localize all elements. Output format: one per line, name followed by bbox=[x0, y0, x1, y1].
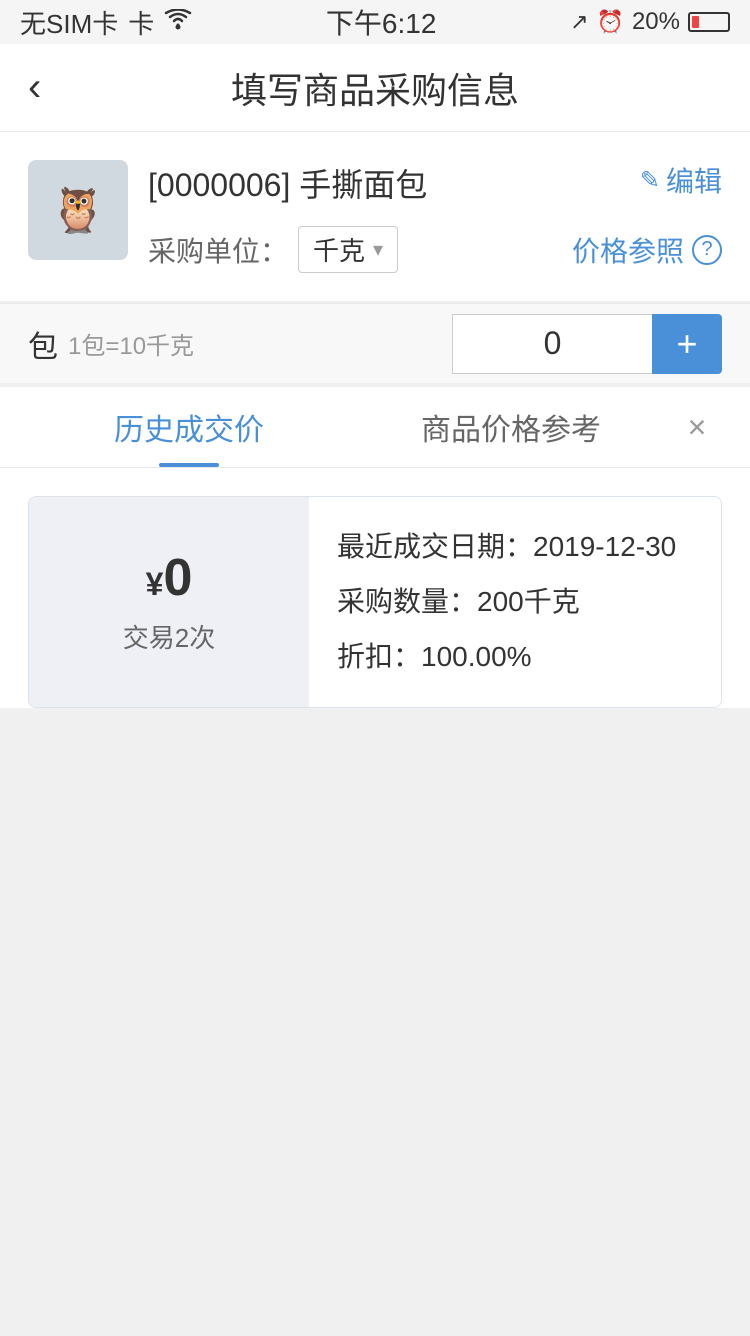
recent-date-row: 最近成交日期：2019-12-30 bbox=[337, 527, 693, 566]
quantity-plus-button[interactable]: + bbox=[652, 314, 722, 374]
purchase-quantity-label: 采购数量： bbox=[337, 586, 477, 617]
quantity-value: 0 bbox=[544, 325, 562, 362]
tab-price-ref-label: 商品价格参考 bbox=[421, 405, 601, 449]
back-button[interactable]: ‹ bbox=[28, 65, 41, 110]
price-ref-button[interactable]: 价格参照 ? bbox=[572, 230, 722, 270]
tab-history-label: 历史成交价 bbox=[114, 405, 264, 449]
recent-date-value: 2019-12-30 bbox=[533, 531, 676, 562]
quantity-control: 0 + bbox=[452, 314, 722, 374]
unit-badge: 包 bbox=[28, 322, 58, 366]
edit-label: 编辑 bbox=[666, 160, 722, 200]
discount-label: 折扣： bbox=[337, 641, 421, 672]
history-details-panel: 最近成交日期：2019-12-30 采购数量：200千克 折扣：100.00% bbox=[309, 497, 721, 707]
carrier-text: 无SIM卡 bbox=[20, 4, 118, 41]
purchase-unit-group: 采购单位： 千克 ▾ bbox=[148, 226, 398, 273]
purchase-quantity-row: 采购数量：200千克 bbox=[337, 582, 693, 621]
product-header: [0000006] 手撕面包 ✎ 编辑 bbox=[148, 160, 722, 206]
status-carrier: 无SIM卡 卡 bbox=[20, 4, 192, 41]
product-info: [0000006] 手撕面包 ✎ 编辑 采购单位： 千克 ▾ 价格参照 ? bbox=[148, 160, 722, 273]
currency-symbol: ¥ bbox=[146, 566, 164, 602]
history-card: ¥0 交易2次 最近成交日期：2019-12-30 采购数量：200千克 折扣：… bbox=[28, 496, 722, 708]
dropdown-arrow-icon: ▾ bbox=[373, 237, 383, 262]
tabs-header: 历史成交价 商品价格参考 × bbox=[0, 387, 750, 468]
edit-icon: ✎ bbox=[640, 166, 660, 195]
discount-value: 100.00% bbox=[421, 641, 532, 672]
purchase-unit-label: 采购单位： bbox=[148, 230, 288, 270]
history-price-panel: ¥0 交易2次 bbox=[29, 497, 309, 707]
price-value: 0 bbox=[163, 549, 192, 607]
main-content-area bbox=[0, 736, 750, 1336]
tabs-close-button[interactable]: × bbox=[672, 402, 722, 452]
sim-card-text: 卡 bbox=[128, 4, 154, 41]
product-image-icon: 🦉 bbox=[51, 184, 106, 236]
product-card: 🦉 [0000006] 手撕面包 ✎ 编辑 采购单位： 千克 ▾ 价格参照 bbox=[0, 132, 750, 301]
status-bar: 无SIM卡 卡 下午6:12 ↗ ⏰ 20% bbox=[0, 0, 750, 44]
location-icon: ↗ bbox=[570, 9, 588, 35]
purchase-unit-row: 采购单位： 千克 ▾ 价格参照 ? bbox=[148, 226, 722, 273]
battery-icon bbox=[688, 12, 730, 32]
unit-select[interactable]: 千克 ▾ bbox=[298, 226, 398, 273]
price-ref-help-icon: ? bbox=[692, 235, 722, 265]
price-amount: ¥0 bbox=[146, 548, 193, 608]
nav-bar: ‹ 填写商品采购信息 bbox=[0, 44, 750, 132]
tab-active-indicator bbox=[159, 463, 219, 467]
tab-history-price[interactable]: 历史成交价 bbox=[28, 387, 350, 467]
battery-percent: 20% bbox=[632, 8, 680, 36]
unit-ratio: 1包=10千克 bbox=[68, 326, 194, 361]
tab-price-reference[interactable]: 商品价格参考 bbox=[350, 387, 672, 467]
quantity-row: 包 1包=10千克 0 + bbox=[0, 303, 750, 383]
page-title: 填写商品采购信息 bbox=[231, 62, 519, 114]
product-name: [0000006] 手撕面包 bbox=[148, 160, 427, 206]
product-thumbnail: 🦉 bbox=[28, 160, 128, 260]
discount-row: 折扣：100.00% bbox=[337, 637, 693, 676]
edit-button[interactable]: ✎ 编辑 bbox=[640, 160, 722, 200]
alarm-icon: ⏰ bbox=[597, 9, 624, 35]
purchase-quantity-value: 200千克 bbox=[477, 586, 580, 617]
unit-value: 千克 bbox=[313, 231, 365, 268]
quantity-label-group: 包 1包=10千克 bbox=[28, 322, 194, 366]
recent-date-label: 最近成交日期： bbox=[337, 531, 533, 562]
status-indicators: ↗ ⏰ 20% bbox=[570, 8, 730, 36]
product-id: [0000006] bbox=[148, 167, 290, 203]
trade-count: 交易2次 bbox=[123, 618, 215, 655]
wifi-icon bbox=[164, 7, 192, 38]
tabs-section: 历史成交价 商品价格参考 × ¥0 交易2次 最近成交日期：2019-12-30… bbox=[0, 387, 750, 708]
status-time: 下午6:12 bbox=[326, 2, 437, 42]
price-ref-label: 价格参照 bbox=[572, 230, 684, 270]
product-title: 手撕面包 bbox=[299, 167, 427, 203]
quantity-input[interactable]: 0 bbox=[452, 314, 652, 374]
